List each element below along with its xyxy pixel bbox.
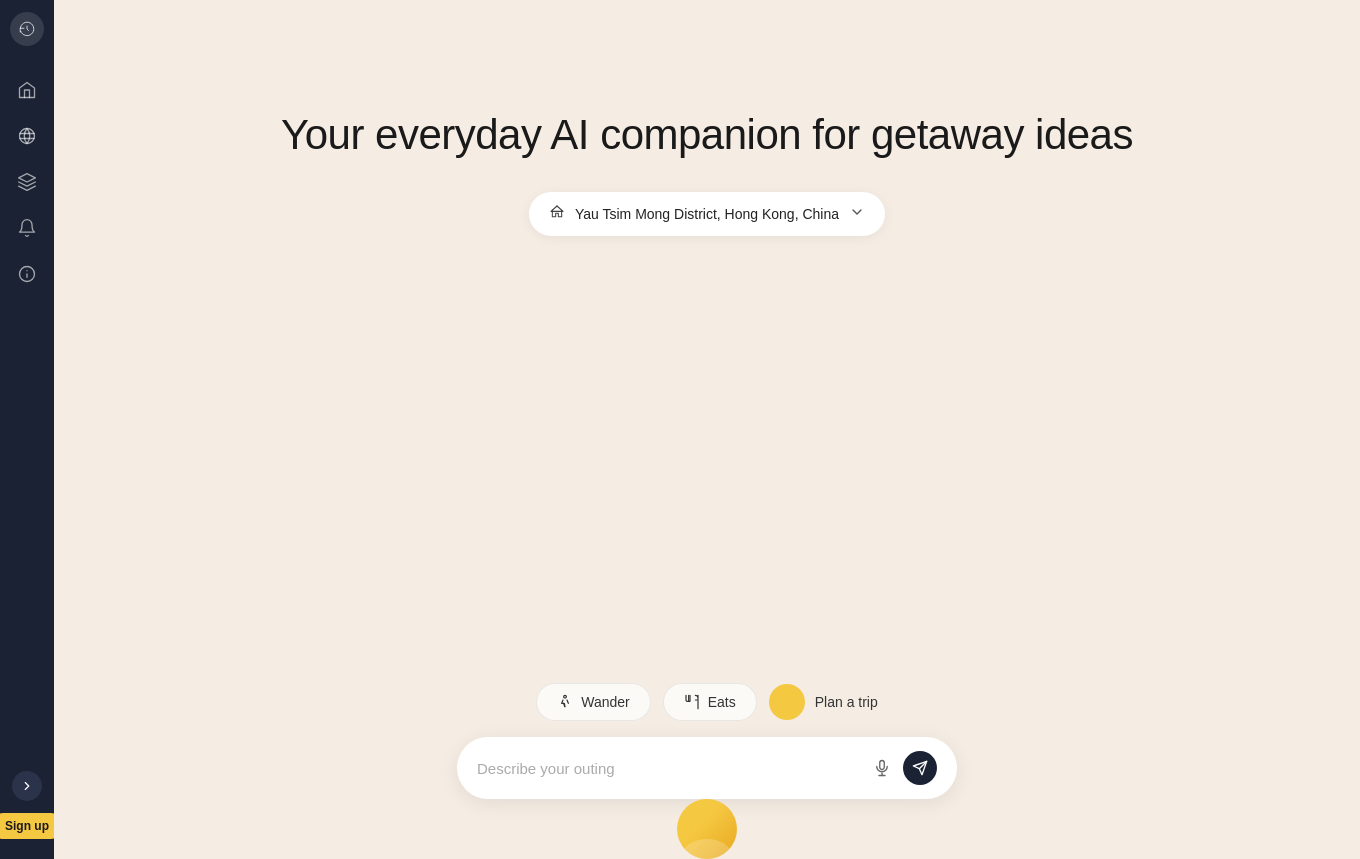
svg-point-6 [564, 695, 567, 698]
layers-icon [17, 172, 37, 192]
eats-label: Eats [708, 694, 736, 710]
plan-trip-dot [769, 684, 805, 720]
sidebar-item-layers[interactable] [7, 162, 47, 202]
send-button[interactable] [903, 751, 937, 785]
search-bar [457, 737, 957, 799]
mic-button[interactable] [873, 759, 891, 777]
expand-button[interactable] [12, 771, 42, 801]
content-area: Your everyday AI companion for getaway i… [54, 0, 1360, 859]
location-selector[interactable]: Yau Tsim Mong District, Hong Kong, China [529, 192, 885, 236]
svg-point-0 [20, 129, 35, 144]
sidebar-item-notifications[interactable] [7, 208, 47, 248]
info-icon [17, 264, 37, 284]
utensils-icon [684, 694, 700, 710]
svg-rect-8 [880, 761, 885, 770]
wander-tab[interactable]: Wander [536, 683, 651, 721]
main-content: Your everyday AI companion for getaway i… [54, 0, 1360, 859]
send-icon [912, 760, 928, 776]
search-input[interactable] [477, 760, 861, 777]
globe-icon [17, 126, 37, 146]
hero-title: Your everyday AI companion for getaway i… [281, 110, 1133, 160]
sidebar-item-explore[interactable] [7, 116, 47, 156]
eats-tab[interactable]: Eats [663, 683, 757, 721]
sidebar-nav [7, 70, 47, 763]
plan-trip-tab[interactable]: Plan a trip [769, 684, 878, 720]
location-text: Yau Tsim Mong District, Hong Kong, China [575, 206, 839, 222]
signup-button[interactable]: Sign up [0, 813, 59, 839]
location-pin-icon [549, 204, 565, 224]
wander-label: Wander [581, 694, 630, 710]
globe-decoration [677, 799, 737, 859]
clock-refresh-icon [18, 20, 36, 38]
sidebar-bottom: Sign up [0, 771, 59, 847]
bell-icon [17, 218, 37, 238]
walk-icon [557, 694, 573, 710]
sidebar-item-home[interactable] [7, 70, 47, 110]
plan-trip-label: Plan a trip [815, 694, 878, 710]
chevron-down-icon [849, 204, 865, 224]
mode-tabs: Wander Eats Plan a trip [536, 683, 878, 721]
sidebar-item-info[interactable] [7, 254, 47, 294]
sidebar: Sign up [0, 0, 54, 859]
chevron-right-icon [20, 779, 34, 793]
home-icon [17, 80, 37, 100]
logo-button[interactable] [10, 12, 44, 46]
bottom-decoration [667, 799, 747, 859]
microphone-icon [873, 759, 891, 777]
